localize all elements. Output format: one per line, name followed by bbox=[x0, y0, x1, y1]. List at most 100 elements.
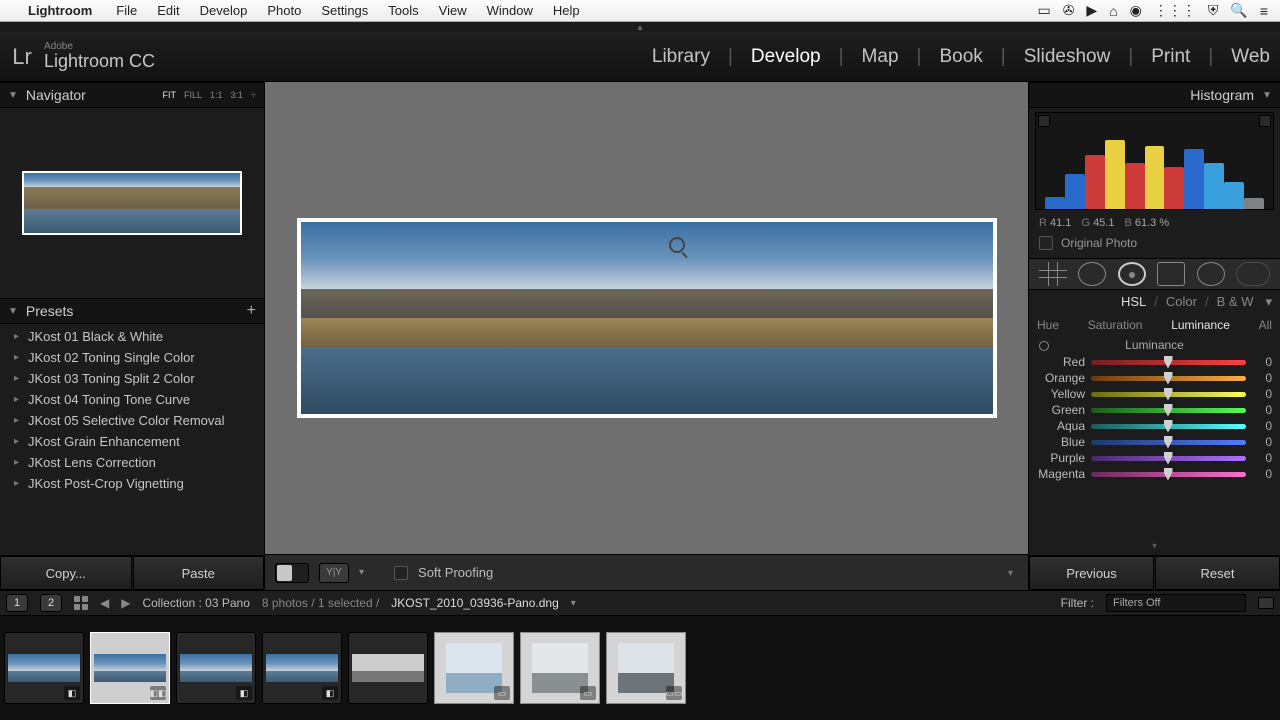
slider-thumb-icon[interactable] bbox=[1164, 468, 1173, 481]
menu-photo[interactable]: Photo bbox=[257, 3, 311, 18]
radial-filter-tool[interactable] bbox=[1197, 262, 1225, 286]
film-thumb[interactable]: ▭ bbox=[520, 632, 600, 704]
tray-icon[interactable]: ◉ bbox=[1130, 2, 1142, 19]
slider-thumb-icon[interactable] bbox=[1164, 372, 1173, 385]
slider-magenta[interactable]: Magenta0 bbox=[1029, 466, 1280, 482]
tab-luminance[interactable]: Luminance bbox=[1171, 318, 1230, 332]
notifications-icon[interactable]: ≡ bbox=[1260, 3, 1268, 19]
slider-blue[interactable]: Blue0 bbox=[1029, 434, 1280, 450]
slider-yellow[interactable]: Yellow0 bbox=[1029, 386, 1280, 402]
film-thumb[interactable]: ◧ bbox=[4, 632, 84, 704]
preset-folder[interactable]: JKost 02 Toning Single Color bbox=[0, 347, 264, 368]
film-thumb[interactable]: ◧ bbox=[176, 632, 256, 704]
crop-tool[interactable] bbox=[1039, 262, 1067, 286]
current-filename[interactable]: JKOST_2010_03936-Pano.dng bbox=[391, 596, 558, 610]
slider-purple[interactable]: Purple0 bbox=[1029, 450, 1280, 466]
module-develop[interactable]: Develop bbox=[751, 46, 821, 68]
menu-edit[interactable]: Edit bbox=[147, 3, 189, 18]
tab-color[interactable]: Color bbox=[1166, 294, 1197, 310]
spotlight-icon[interactable]: 🔍 bbox=[1230, 2, 1247, 19]
targeted-adjust-icon[interactable] bbox=[1039, 341, 1049, 351]
reset-button[interactable]: Reset bbox=[1155, 556, 1280, 590]
filmstrip[interactable]: ◧ ◧◧ ◧ ◧ ▭ ▭ ▭▭ bbox=[0, 616, 1280, 720]
soft-proof-checkbox[interactable] bbox=[394, 566, 408, 580]
module-slideshow[interactable]: Slideshow bbox=[1024, 46, 1111, 68]
primary-display-button[interactable]: 1 bbox=[6, 594, 28, 612]
slider-thumb-icon[interactable] bbox=[1164, 388, 1173, 401]
preset-folder[interactable]: JKost Grain Enhancement bbox=[0, 431, 264, 452]
chevron-down-icon[interactable]: ▾ bbox=[571, 598, 576, 609]
film-thumb[interactable]: ◧ bbox=[262, 632, 342, 704]
presets-header[interactable]: ▼ Presets + bbox=[0, 298, 264, 324]
filter-lock-toggle[interactable] bbox=[1258, 597, 1274, 609]
preset-folder[interactable]: JKost 03 Toning Split 2 Color bbox=[0, 368, 264, 389]
tray-icon[interactable]: ⛨ bbox=[1208, 2, 1219, 19]
menu-file[interactable]: File bbox=[106, 3, 147, 18]
tab-bw[interactable]: B & W bbox=[1217, 294, 1254, 310]
preset-folder[interactable]: JKost 04 Toning Tone Curve bbox=[0, 389, 264, 410]
menu-settings[interactable]: Settings bbox=[311, 3, 378, 18]
grid-view-icon[interactable] bbox=[74, 596, 88, 610]
module-web[interactable]: Web bbox=[1231, 46, 1270, 68]
preset-folder[interactable]: JKost Post-Crop Vignetting bbox=[0, 473, 264, 494]
original-photo-toggle[interactable]: Original Photo bbox=[1029, 232, 1280, 258]
slider-aqua[interactable]: Aqua0 bbox=[1029, 418, 1280, 434]
menu-tools[interactable]: Tools bbox=[378, 3, 428, 18]
toolbar-more-icon[interactable]: ▾ bbox=[1008, 568, 1018, 578]
chevron-down-icon[interactable]: ▾ bbox=[359, 567, 364, 578]
slider-thumb-icon[interactable] bbox=[1164, 356, 1173, 369]
highlight-clipping-icon[interactable] bbox=[1259, 115, 1271, 127]
slider-thumb-icon[interactable] bbox=[1164, 420, 1173, 433]
view-mode-toggle[interactable] bbox=[275, 563, 309, 583]
tray-icon[interactable]: ⋮⋮⋮ bbox=[1154, 2, 1196, 19]
tray-icon[interactable]: ✇ bbox=[1063, 2, 1075, 19]
histogram-header[interactable]: Histogram ▼ bbox=[1029, 82, 1280, 108]
tab-hue[interactable]: Hue bbox=[1037, 318, 1059, 332]
copy-button[interactable]: Copy... bbox=[0, 556, 132, 590]
slider-thumb-icon[interactable] bbox=[1164, 404, 1173, 417]
slider-thumb-icon[interactable] bbox=[1164, 436, 1173, 449]
before-after-picker[interactable]: Y|Y bbox=[319, 563, 349, 583]
module-map[interactable]: Map bbox=[862, 46, 899, 68]
navigator-preview[interactable] bbox=[0, 108, 264, 298]
graduated-filter-tool[interactable] bbox=[1157, 262, 1185, 286]
film-thumb[interactable]: ◧◧ bbox=[90, 632, 170, 704]
navigator-header[interactable]: ▼ Navigator FIT FILL 1:1 3:1 ÷ bbox=[0, 82, 264, 108]
spot-removal-tool[interactable] bbox=[1078, 262, 1106, 286]
add-preset-icon[interactable]: + bbox=[247, 302, 256, 320]
menu-develop[interactable]: Develop bbox=[190, 3, 258, 18]
tray-icon[interactable]: ▶ bbox=[1086, 2, 1097, 19]
menu-help[interactable]: Help bbox=[543, 3, 590, 18]
secondary-display-button[interactable]: 2 bbox=[40, 594, 62, 612]
module-book[interactable]: Book bbox=[939, 46, 982, 68]
histogram-display[interactable] bbox=[1035, 112, 1274, 210]
slider-red[interactable]: Red0 bbox=[1029, 354, 1280, 370]
preset-folder[interactable]: JKost 05 Selective Color Removal bbox=[0, 410, 264, 431]
panel-drag-handle-icon[interactable]: ▾ bbox=[1029, 538, 1280, 555]
slider-orange[interactable]: Orange0 bbox=[1029, 370, 1280, 386]
tab-hsl[interactable]: HSL bbox=[1121, 294, 1146, 310]
module-library[interactable]: Library bbox=[652, 46, 710, 68]
menu-view[interactable]: View bbox=[429, 3, 477, 18]
slider-green[interactable]: Green0 bbox=[1029, 402, 1280, 418]
filter-dropdown[interactable]: Filters Off bbox=[1106, 594, 1246, 612]
tray-icon[interactable]: ⌂ bbox=[1109, 3, 1117, 19]
slider-thumb-icon[interactable] bbox=[1164, 452, 1173, 465]
tray-icon[interactable]: ▭ bbox=[1037, 2, 1050, 19]
redeye-tool[interactable] bbox=[1118, 262, 1146, 286]
adjustment-brush-tool[interactable] bbox=[1236, 262, 1270, 286]
film-thumb[interactable]: ▭ bbox=[434, 632, 514, 704]
collection-label[interactable]: Collection : 03 Pano bbox=[142, 596, 249, 610]
tab-saturation[interactable]: Saturation bbox=[1088, 318, 1143, 332]
nav-back-icon[interactable]: ◀ bbox=[100, 596, 109, 610]
film-thumb[interactable]: ▭▭ bbox=[606, 632, 686, 704]
app-menu[interactable]: Lightroom bbox=[28, 3, 106, 18]
panel-switch-icon[interactable]: ▾ bbox=[1265, 294, 1272, 310]
photo-viewport[interactable] bbox=[265, 82, 1028, 554]
film-thumb[interactable] bbox=[348, 632, 428, 704]
tab-all[interactable]: All bbox=[1259, 318, 1272, 332]
nav-fwd-icon[interactable]: ▶ bbox=[121, 596, 130, 610]
module-print[interactable]: Print bbox=[1151, 46, 1190, 68]
preset-folder[interactable]: JKost 01 Black & White bbox=[0, 326, 264, 347]
preset-folder[interactable]: JKost Lens Correction bbox=[0, 452, 264, 473]
